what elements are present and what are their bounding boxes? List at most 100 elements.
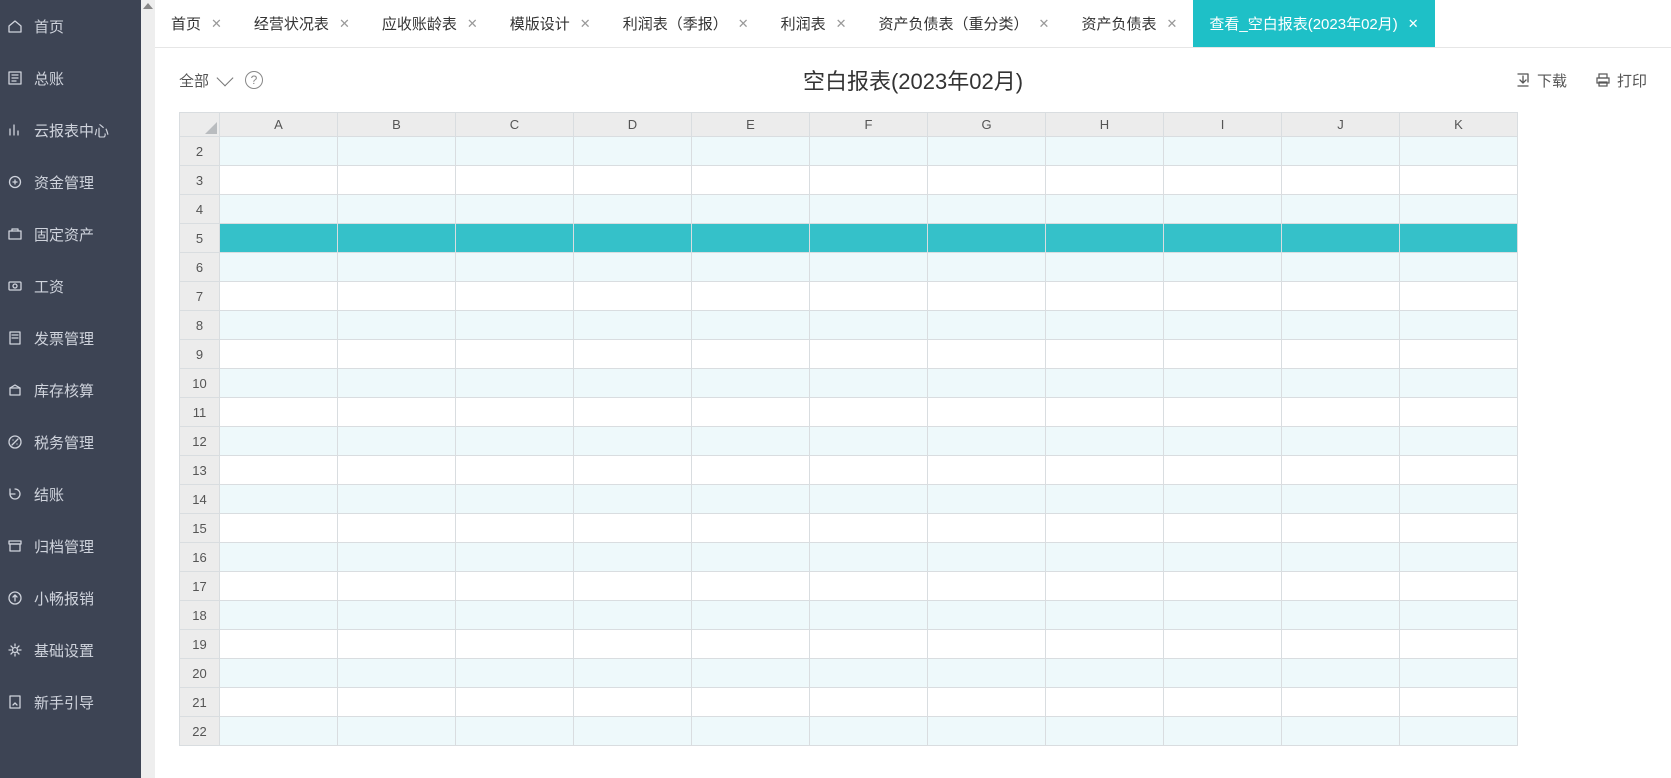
col-header-C[interactable]: C: [456, 113, 574, 137]
cell-J7[interactable]: [1282, 282, 1400, 311]
cell-D16[interactable]: [574, 543, 692, 572]
row-header-3[interactable]: 3: [180, 166, 220, 195]
filter-dropdown[interactable]: 全部 ?: [179, 70, 263, 91]
cell-F16[interactable]: [810, 543, 928, 572]
cell-G11[interactable]: [928, 398, 1046, 427]
close-icon[interactable]: ✕: [580, 16, 591, 32]
cell-K7[interactable]: [1400, 282, 1518, 311]
cell-E2[interactable]: [692, 137, 810, 166]
cell-F9[interactable]: [810, 340, 928, 369]
cell-H9[interactable]: [1046, 340, 1164, 369]
cell-A12[interactable]: [220, 427, 338, 456]
cell-C18[interactable]: [456, 601, 574, 630]
cell-F17[interactable]: [810, 572, 928, 601]
cell-I17[interactable]: [1164, 572, 1282, 601]
cell-F15[interactable]: [810, 514, 928, 543]
cell-B22[interactable]: [338, 717, 456, 746]
close-icon[interactable]: ✕: [339, 16, 350, 32]
cell-F4[interactable]: [810, 195, 928, 224]
cell-C19[interactable]: [456, 630, 574, 659]
cell-C7[interactable]: [456, 282, 574, 311]
cell-J3[interactable]: [1282, 166, 1400, 195]
sidebar-item-12[interactable]: 基础设置: [0, 624, 141, 676]
cell-I11[interactable]: [1164, 398, 1282, 427]
cell-A17[interactable]: [220, 572, 338, 601]
cell-G18[interactable]: [928, 601, 1046, 630]
cell-D2[interactable]: [574, 137, 692, 166]
cell-B7[interactable]: [338, 282, 456, 311]
close-icon[interactable]: ✕: [211, 16, 222, 32]
cell-J2[interactable]: [1282, 137, 1400, 166]
cell-I22[interactable]: [1164, 717, 1282, 746]
row-header-18[interactable]: 18: [180, 601, 220, 630]
cell-K14[interactable]: [1400, 485, 1518, 514]
cell-I10[interactable]: [1164, 369, 1282, 398]
close-icon[interactable]: ✕: [1166, 16, 1177, 32]
cell-H18[interactable]: [1046, 601, 1164, 630]
cell-B14[interactable]: [338, 485, 456, 514]
download-button[interactable]: 下载: [1515, 70, 1567, 91]
tab-5[interactable]: 利润表✕: [765, 0, 863, 47]
row-header-6[interactable]: 6: [180, 253, 220, 282]
cell-F10[interactable]: [810, 369, 928, 398]
tab-6[interactable]: 资产负债表（重分类）✕: [863, 0, 1066, 47]
tab-2[interactable]: 应收账龄表✕: [366, 0, 494, 47]
cell-D5[interactable]: [574, 224, 692, 253]
cell-C15[interactable]: [456, 514, 574, 543]
row-header-5[interactable]: 5: [180, 224, 220, 253]
cell-J10[interactable]: [1282, 369, 1400, 398]
cell-K4[interactable]: [1400, 195, 1518, 224]
cell-H3[interactable]: [1046, 166, 1164, 195]
cell-K18[interactable]: [1400, 601, 1518, 630]
cell-E18[interactable]: [692, 601, 810, 630]
cell-G10[interactable]: [928, 369, 1046, 398]
cell-E5[interactable]: [692, 224, 810, 253]
cell-H4[interactable]: [1046, 195, 1164, 224]
sidebar-item-6[interactable]: 发票管理: [0, 312, 141, 364]
cell-A19[interactable]: [220, 630, 338, 659]
cell-F20[interactable]: [810, 659, 928, 688]
row-header-13[interactable]: 13: [180, 456, 220, 485]
cell-G2[interactable]: [928, 137, 1046, 166]
cell-J8[interactable]: [1282, 311, 1400, 340]
row-header-9[interactable]: 9: [180, 340, 220, 369]
cell-B15[interactable]: [338, 514, 456, 543]
cell-A8[interactable]: [220, 311, 338, 340]
cell-C21[interactable]: [456, 688, 574, 717]
cell-A3[interactable]: [220, 166, 338, 195]
cell-E19[interactable]: [692, 630, 810, 659]
cell-J15[interactable]: [1282, 514, 1400, 543]
cell-C2[interactable]: [456, 137, 574, 166]
cell-D3[interactable]: [574, 166, 692, 195]
row-header-11[interactable]: 11: [180, 398, 220, 427]
col-header-D[interactable]: D: [574, 113, 692, 137]
cell-C14[interactable]: [456, 485, 574, 514]
cell-J14[interactable]: [1282, 485, 1400, 514]
cell-F14[interactable]: [810, 485, 928, 514]
cell-G4[interactable]: [928, 195, 1046, 224]
close-icon[interactable]: ✕: [738, 16, 749, 32]
cell-B8[interactable]: [338, 311, 456, 340]
cell-K3[interactable]: [1400, 166, 1518, 195]
cell-D11[interactable]: [574, 398, 692, 427]
cell-E8[interactable]: [692, 311, 810, 340]
cell-K11[interactable]: [1400, 398, 1518, 427]
cell-I18[interactable]: [1164, 601, 1282, 630]
cell-H16[interactable]: [1046, 543, 1164, 572]
cell-G3[interactable]: [928, 166, 1046, 195]
cell-C16[interactable]: [456, 543, 574, 572]
col-header-F[interactable]: F: [810, 113, 928, 137]
cell-G12[interactable]: [928, 427, 1046, 456]
cell-C11[interactable]: [456, 398, 574, 427]
cell-A5[interactable]: [220, 224, 338, 253]
cell-H10[interactable]: [1046, 369, 1164, 398]
cell-F8[interactable]: [810, 311, 928, 340]
col-header-J[interactable]: J: [1282, 113, 1400, 137]
cell-D17[interactable]: [574, 572, 692, 601]
row-header-22[interactable]: 22: [180, 717, 220, 746]
cell-I13[interactable]: [1164, 456, 1282, 485]
cell-H21[interactable]: [1046, 688, 1164, 717]
row-header-2[interactable]: 2: [180, 137, 220, 166]
spreadsheet[interactable]: ABCDEFGHIJK23456789101112131415161718192…: [155, 112, 1671, 778]
cell-G16[interactable]: [928, 543, 1046, 572]
